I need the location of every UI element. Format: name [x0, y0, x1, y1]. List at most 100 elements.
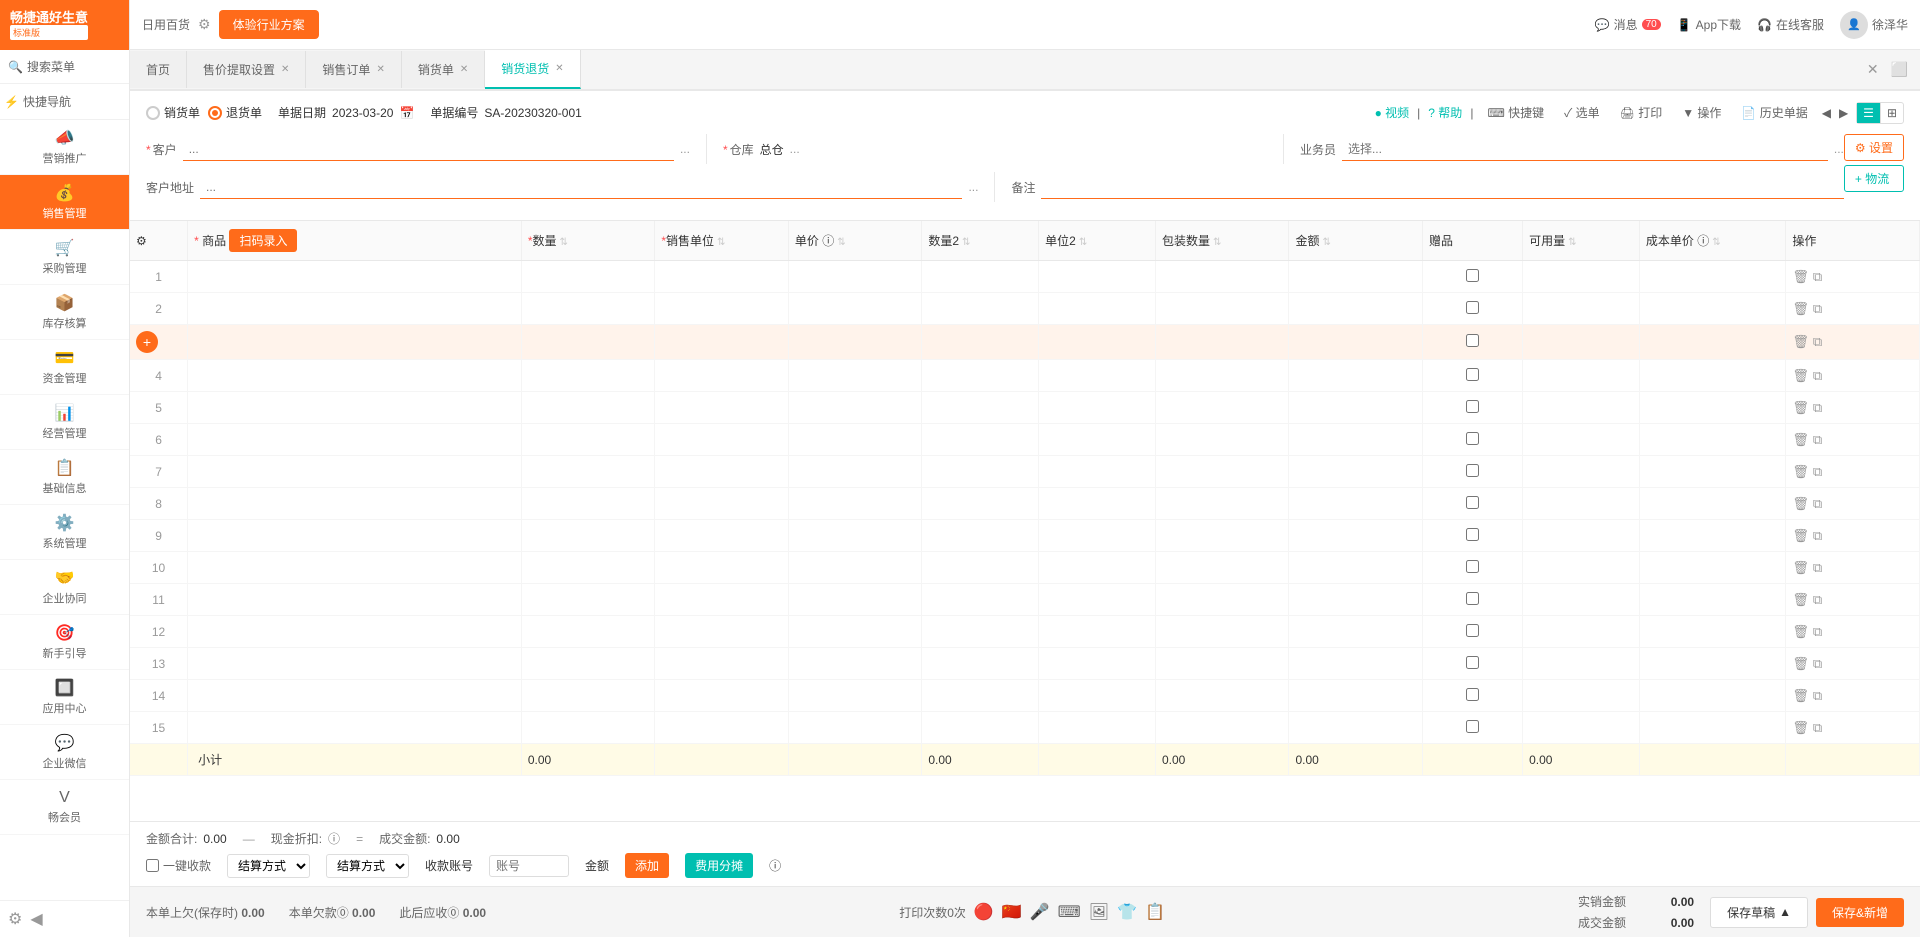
sidebar-item-enterprise[interactable]: 🤝 企业协同	[0, 560, 129, 615]
copy-icon-15[interactable]: ⧉	[1813, 720, 1822, 736]
available-cell-3[interactable]	[1523, 325, 1640, 360]
copy-icon-5[interactable]: ⧉	[1813, 400, 1822, 416]
gift-checkbox-1[interactable]	[1466, 269, 1479, 282]
product-input-3[interactable]	[194, 335, 515, 350]
unit-price-cell-2[interactable]	[788, 293, 922, 325]
unit-price-cell-3[interactable]	[788, 325, 922, 360]
delete-icon-12[interactable]: 🗑	[1792, 624, 1809, 640]
split-button[interactable]: 费用分摊	[685, 853, 753, 878]
sidebar-item-system[interactable]: ⚙️ 系统管理	[0, 505, 129, 560]
sidebar-item-guide[interactable]: 🎯 新手引导	[0, 615, 129, 670]
copy-icon-13[interactable]: ⧉	[1813, 656, 1822, 672]
summary-select[interactable]: 结算方式	[326, 854, 409, 878]
sidebar-item-wechat[interactable]: 💬 企业微信	[0, 725, 129, 780]
delete-icon-1[interactable]: 🗑	[1792, 269, 1809, 285]
add-row-button[interactable]: +	[136, 331, 158, 353]
close-tab-button[interactable]: ✕	[1863, 57, 1883, 82]
quantity-cell-3[interactable]	[521, 325, 655, 360]
cost-unit-cell-2[interactable]	[1639, 293, 1785, 325]
cost-unit-cell-3[interactable]	[1639, 325, 1785, 360]
product-cell-3[interactable]	[188, 325, 522, 360]
quantity2-cell-3[interactable]	[922, 325, 1039, 360]
maximize-button[interactable]: ⬜	[1887, 57, 1912, 82]
tab-price-settings[interactable]: 售价提取设置 ✕	[187, 51, 306, 88]
trial-button[interactable]: 体验行业方案	[219, 10, 319, 39]
gift-cell-2[interactable]	[1422, 293, 1522, 325]
amount-cell-3[interactable]	[1289, 325, 1423, 360]
scan-button[interactable]: 扫码录入	[229, 229, 297, 252]
calendar-icon[interactable]: 📅	[399, 106, 414, 120]
toolbar-print[interactable]: 🖨 打印	[1614, 101, 1669, 124]
sales-unit-cell-2[interactable]	[655, 293, 789, 325]
copy-icon-1[interactable]: ⧉	[1813, 269, 1822, 285]
sidebar-item-operations[interactable]: 📊 经营管理	[0, 395, 129, 450]
message-button[interactable]: 💬 消息 70	[1595, 16, 1661, 33]
tab-sales-delivery[interactable]: 销货单 ✕	[402, 51, 485, 88]
delete-icon-8[interactable]: 🗑	[1792, 496, 1809, 512]
tab-sales-delivery-close[interactable]: ✕	[460, 64, 468, 75]
gift-checkbox-2[interactable]	[1466, 301, 1479, 314]
amount-cell-2[interactable]	[1289, 293, 1423, 325]
delete-icon-13[interactable]: 🗑	[1792, 656, 1809, 672]
delete-icon-6[interactable]: 🗑	[1792, 432, 1809, 448]
view-table[interactable]: ☰	[1857, 103, 1881, 123]
app-download-button[interactable]: 📱 App下载	[1677, 16, 1741, 33]
sidebar-quick-nav[interactable]: ⚡ 快捷导航	[0, 84, 129, 120]
copy-icon-14[interactable]: ⧉	[1813, 688, 1822, 704]
delete-icon-4[interactable]: 🗑	[1792, 368, 1809, 384]
salesperson-input[interactable]	[1342, 138, 1828, 161]
address-input[interactable]	[200, 176, 962, 199]
tab-sales-return[interactable]: 销货退货 ✕	[485, 50, 580, 89]
tab-sales-order-close[interactable]: ✕	[376, 64, 384, 75]
one-click-payment-checkbox[interactable]	[146, 859, 159, 872]
customer-input[interactable]	[183, 138, 674, 161]
delete-icon-14[interactable]: 🗑	[1792, 688, 1809, 704]
toolbar-nav-next[interactable]: ▶	[1839, 106, 1848, 120]
available-cell-2[interactable]	[1523, 293, 1640, 325]
delete-icon-9[interactable]: 🗑	[1792, 528, 1809, 544]
sidebar-item-purchase[interactable]: 🛒 采购管理	[0, 230, 129, 285]
delete-icon-11[interactable]: 🗑	[1792, 592, 1809, 608]
user-menu[interactable]: 👤 徐泽华	[1840, 11, 1908, 39]
quantity-cell-2[interactable]	[521, 293, 655, 325]
toolbar-operations[interactable]: ▼ 操作	[1676, 101, 1727, 124]
gift-cell-1[interactable]	[1422, 261, 1522, 293]
sidebar-item-marketing[interactable]: 📣 营销推广	[0, 120, 129, 175]
save-draft-button[interactable]: 保存草稿 ▲	[1710, 897, 1808, 928]
sidebar-item-basic[interactable]: 📋 基础信息	[0, 450, 129, 505]
delete-icon-2[interactable]: 🗑	[1792, 301, 1809, 317]
save-new-button[interactable]: 保存&新增	[1816, 898, 1904, 927]
copy-icon-4[interactable]: ⧉	[1813, 368, 1822, 384]
tab-home[interactable]: 首页	[130, 51, 187, 88]
sidebar-item-sales[interactable]: 💰 销售管理	[0, 175, 129, 230]
pack-qty-cell-3[interactable]	[1155, 325, 1289, 360]
draft-dropdown-icon[interactable]: ▲	[1779, 905, 1791, 919]
warehouse-dots[interactable]: ...	[790, 142, 800, 156]
tab-sales-return-close[interactable]: ✕	[555, 63, 563, 74]
online-service-button[interactable]: 🎧 在线客服	[1757, 16, 1824, 33]
toolbar-shortcuts[interactable]: ⌨ 快捷键	[1481, 101, 1550, 124]
bank-account-input[interactable]	[489, 855, 569, 877]
amount-cell-1[interactable]	[1289, 261, 1423, 293]
view-grid[interactable]: ⊞	[1881, 103, 1903, 123]
notes-input[interactable]	[1041, 176, 1843, 199]
sidebar-item-member[interactable]: V 畅会员	[0, 780, 129, 835]
quantity-cell-1[interactable]	[521, 261, 655, 293]
topbar-settings-icon[interactable]: ⚙	[198, 16, 211, 33]
copy-icon-11[interactable]: ⧉	[1813, 592, 1822, 608]
delete-icon-7[interactable]: 🗑	[1792, 464, 1809, 480]
salesperson-dots[interactable]: ...	[1834, 142, 1844, 156]
sales-unit-cell-1[interactable]	[655, 261, 789, 293]
gift-checkbox-3[interactable]	[1466, 334, 1479, 347]
delete-icon-3[interactable]: 🗑	[1792, 334, 1809, 350]
logistics-button[interactable]: + 物流	[1844, 165, 1904, 192]
toolbar-select[interactable]: ✓ 选单	[1558, 101, 1606, 124]
customer-dots[interactable]: ...	[680, 142, 690, 156]
toolbar-history[interactable]: 📄 历史单据	[1735, 101, 1813, 124]
unit-price-cell-1[interactable]	[788, 261, 922, 293]
sidebar-item-finance[interactable]: 💳 资金管理	[0, 340, 129, 395]
copy-icon-2[interactable]: ⧉	[1813, 301, 1822, 317]
collapse-icon[interactable]: ◀	[30, 909, 42, 929]
available-cell-1[interactable]	[1523, 261, 1640, 293]
toolbar-nav-prev[interactable]: ◀	[1822, 106, 1831, 120]
